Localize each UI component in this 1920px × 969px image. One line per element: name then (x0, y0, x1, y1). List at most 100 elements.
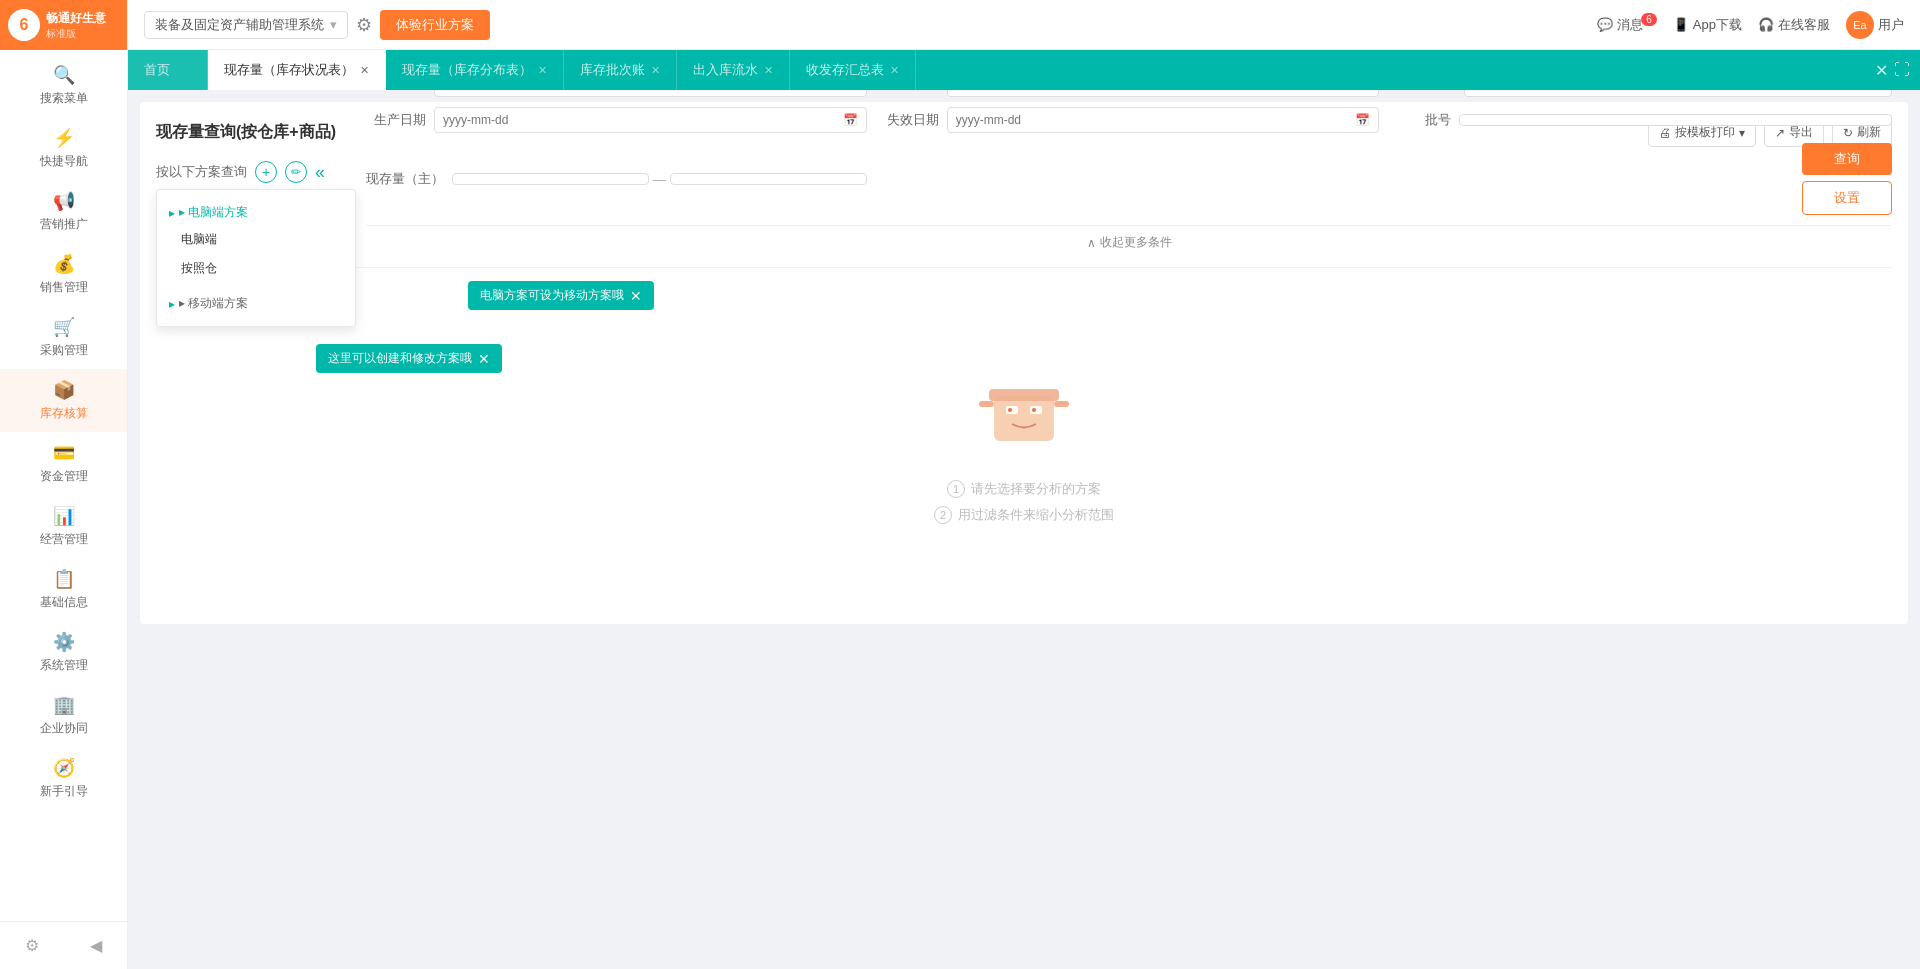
scheme-panel: ▸ ▸ 电脑端方案 电脑端 按照仓 ▸ ▸ 移动端方案 (156, 189, 356, 327)
size-input[interactable]: ▾ (434, 90, 867, 97)
logo-icon: 6 (8, 9, 40, 41)
filter-label: 按以下方案查询 (156, 163, 247, 181)
tab-inventory-status[interactable]: 现存量（库存状况表） ✕ (208, 50, 386, 90)
sidebar-item-enterprise[interactable]: 🏢 企业协同 (0, 684, 127, 747)
tab-batch[interactable]: 库存批次账 ✕ (564, 50, 677, 90)
system-selector[interactable]: 装备及固定资产辅助管理系统 ▾ (144, 11, 348, 39)
filter-edit-btn[interactable]: ✏ (285, 161, 307, 183)
tab-close-all-icon[interactable]: ✕ (1875, 61, 1888, 80)
prod-date-field[interactable] (443, 113, 843, 127)
filter-inventory-qty: 现存量（主） — (366, 170, 867, 188)
scheme-mobile-header[interactable]: ▸ ▸ 移动端方案 (157, 291, 355, 316)
filter-back-btn[interactable]: « (315, 162, 325, 183)
tab-batch-label: 库存批次账 (580, 61, 645, 79)
online-support-btn[interactable]: 🎧 在线客服 (1758, 16, 1830, 34)
sales-icon: 💰 (53, 253, 75, 275)
prod-date-input[interactable]: 📅 (434, 107, 867, 133)
sidebar-item-quicknav[interactable]: ⚡ 快捷导航 (0, 117, 127, 180)
tab-home[interactable]: 首页 (128, 50, 208, 90)
sidebar-item-basicinfo[interactable]: 📋 基础信息 (0, 558, 127, 621)
empty-icon (974, 356, 1074, 456)
inventory-qty-min[interactable] (452, 173, 649, 185)
tooltip1-close[interactable]: ✕ (630, 288, 642, 304)
inventory-qty-max[interactable] (670, 173, 867, 185)
batch-input[interactable] (1459, 114, 1892, 126)
reset-btn[interactable]: 设置 (1802, 181, 1892, 215)
sidebar-item-operations-label: 经营管理 (40, 531, 88, 548)
tab-inout-flow-label: 出入库流水 (693, 61, 758, 79)
sidebar-item-marketing[interactable]: 📢 营销推广 (0, 180, 127, 243)
inv-status-dropdown-icon: ▾ (1877, 90, 1883, 91)
tab-close-icon[interactable]: ✕ (360, 64, 369, 77)
sidebar-item-guide[interactable]: 🧭 新手引导 (0, 747, 127, 810)
finance-icon: 💳 (53, 442, 75, 464)
empty-step-1: 1 请先选择要分析的方案 (947, 480, 1101, 498)
chevron-up-icon: ∧ (1087, 236, 1096, 250)
sidebar: 6 畅通好生意 标准版 🔍 搜索菜单 ⚡ 快捷导航 📢 营销推广 💰 销售管理 … (0, 0, 128, 969)
scheme-item-pc2[interactable]: 按照仓 (157, 254, 355, 283)
scheme-item-pc1[interactable]: 电脑端 (157, 225, 355, 254)
tab-inventory-dist[interactable]: 现存量（库存分布表） ✕ (386, 50, 564, 90)
step-num-1: 1 (947, 480, 965, 498)
dropdown-arrow-icon: ▾ (330, 17, 337, 32)
tab-close-icon-2[interactable]: ✕ (538, 64, 547, 77)
notification-btn[interactable]: 💬 消息 6 (1597, 16, 1657, 34)
tab-close-icon-4[interactable]: ✕ (764, 64, 773, 77)
empty-step-2: 2 用过滤条件来缩小分析范围 (934, 506, 1114, 524)
tab-fullscreen-icon[interactable]: ⛶ (1894, 61, 1910, 79)
calendar-icon-1[interactable]: 📅 (843, 113, 858, 127)
guide-icon: 🧭 (53, 757, 75, 779)
tooltip1-text: 电脑方案可设为移动方案哦 (480, 287, 624, 304)
sidebar-item-purchase[interactable]: 🛒 采购管理 (0, 306, 127, 369)
tab-inventory-dist-label: 现存量（库存分布表） (402, 61, 532, 79)
tooltip2-close[interactable]: ✕ (478, 351, 490, 367)
notification-badge: 6 (1641, 13, 1657, 26)
sidebar-settings-btn[interactable]: ⚙ (17, 932, 47, 959)
sidebar-item-basicinfo-label: 基础信息 (40, 594, 88, 611)
industry-btn[interactable]: 体验行业方案 (380, 10, 490, 40)
app-download-label: App下载 (1693, 16, 1742, 34)
inventory-status-input[interactable]: ▾ (1464, 90, 1892, 97)
sidebar-item-system[interactable]: ⚙️ 系统管理 (0, 621, 127, 684)
sidebar-item-search-label: 搜索菜单 (40, 90, 88, 107)
tab-collection-label: 收发存汇总表 (806, 61, 884, 79)
user-menu[interactable]: Ea 用户 (1846, 11, 1904, 39)
sidebar-item-search[interactable]: 🔍 搜索菜单 (0, 54, 127, 117)
origin-input[interactable]: ▾ (947, 90, 1380, 97)
exp-date-field[interactable] (956, 113, 1356, 127)
filter-add-btn[interactable]: + (255, 161, 277, 183)
logo-title: 畅通好生意 (46, 10, 106, 27)
svg-point-6 (1008, 408, 1012, 412)
sidebar-item-sales[interactable]: 💰 销售管理 (0, 243, 127, 306)
online-support-label: 在线客服 (1778, 16, 1830, 34)
filter-origin: 产地 ▾ (879, 90, 1380, 97)
sidebar-item-inventory[interactable]: 📦 库存核算 (0, 369, 127, 432)
topbar-settings-icon[interactable]: ⚙ (356, 14, 372, 36)
inventory-qty-label: 现存量（主） (366, 170, 444, 188)
sidebar-collapse-btn[interactable]: ◀ (82, 932, 110, 959)
purchase-icon: 🛒 (53, 316, 75, 338)
tab-close-icon-5[interactable]: ✕ (890, 64, 899, 77)
filter-section: 按以下方案查询 + ✏ « ▸ ▸ 电脑端方案 电脑端 按照仓 ▸ (156, 161, 1892, 259)
tab-close-icon-3[interactable]: ✕ (651, 64, 660, 77)
search-btn[interactable]: 查询 (1802, 143, 1892, 175)
sidebar-item-enterprise-label: 企业协同 (40, 720, 88, 737)
scheme-pc-header[interactable]: ▸ ▸ 电脑端方案 (157, 200, 355, 225)
tab-collection[interactable]: 收发存汇总表 ✕ (790, 50, 916, 90)
tab-inout-flow[interactable]: 出入库流水 ✕ (677, 50, 790, 90)
sidebar-navigation: 🔍 搜索菜单 ⚡ 快捷导航 📢 营销推广 💰 销售管理 🛒 采购管理 📦 库存核… (0, 50, 127, 921)
exp-date-input[interactable]: 📅 (947, 107, 1380, 133)
notification-label: 消息 (1617, 16, 1643, 34)
sidebar-item-purchase-label: 采购管理 (40, 342, 88, 359)
collapse-btn[interactable]: ∧ 收起更多条件 (366, 225, 1892, 259)
tooltip2-text: 这里可以创建和修改方案哦 (328, 350, 472, 367)
empty-illustration (974, 356, 1074, 456)
size-dropdown-icon: ▾ (852, 90, 858, 91)
tabbar: 首页 现存量（库存状况表） ✕ 现存量（库存分布表） ✕ 库存批次账 ✕ 出入库… (128, 50, 1920, 90)
sidebar-item-finance[interactable]: 💳 资金管理 (0, 432, 127, 495)
calendar-icon-2[interactable]: 📅 (1355, 113, 1370, 127)
sidebar-bottom: ⚙ ◀ (0, 921, 127, 969)
range-separator: — (653, 172, 666, 187)
sidebar-item-operations[interactable]: 📊 经营管理 (0, 495, 127, 558)
app-download-btn[interactable]: 📱 App下载 (1673, 16, 1742, 34)
